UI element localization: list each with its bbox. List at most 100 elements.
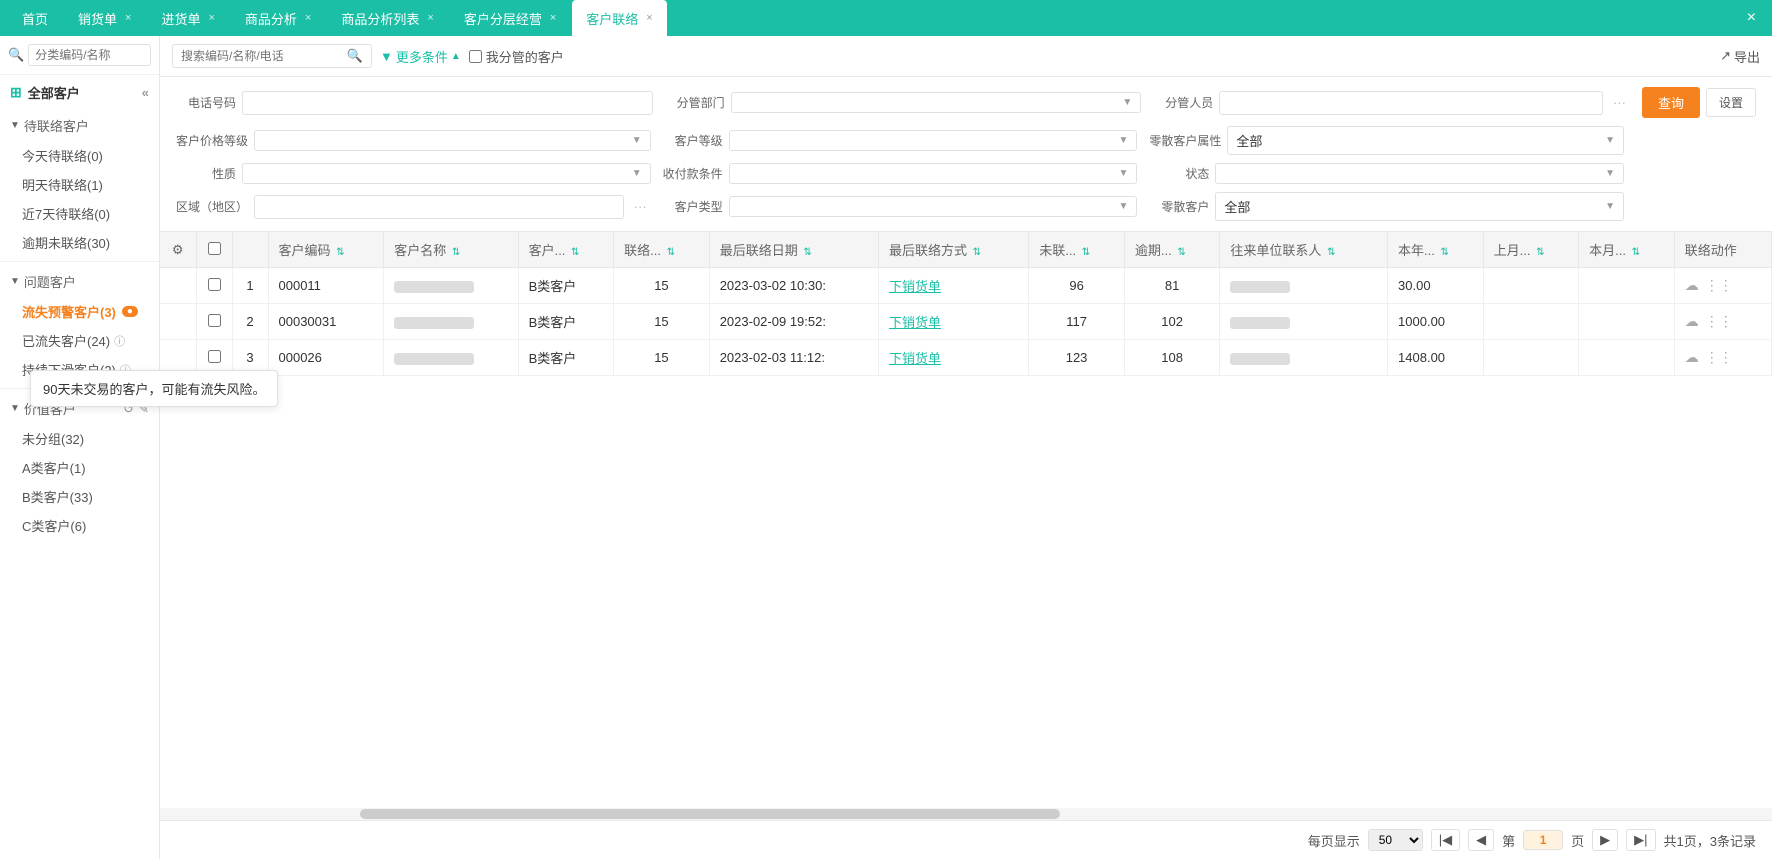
filter-search-box[interactable]: 🔍 bbox=[172, 44, 372, 68]
dept-select[interactable]: ▼ bbox=[731, 92, 1142, 113]
scroll-thumb[interactable] bbox=[360, 809, 1060, 819]
my-customers-checkbox-container[interactable]: 我分管的客户 bbox=[469, 47, 564, 66]
tab-customer-contact[interactable]: 客户联络 × bbox=[572, 0, 666, 36]
sidebar-item-churned[interactable]: 已流失客户(24) ⓘ bbox=[0, 326, 159, 355]
row2-code[interactable]: 00030031 bbox=[268, 304, 384, 340]
export-btn[interactable]: ↗ 导出 bbox=[1720, 47, 1760, 66]
sidebar-collapse-btn[interactable]: « bbox=[142, 85, 149, 100]
query-button[interactable]: 查询 bbox=[1642, 87, 1700, 118]
select-all-checkbox[interactable] bbox=[208, 242, 221, 255]
row1-more-action-icon[interactable]: ⋮⋮ bbox=[1705, 277, 1733, 294]
col-this-year[interactable]: 本年... ⇅ bbox=[1388, 232, 1484, 268]
my-customers-checkbox[interactable] bbox=[469, 50, 482, 63]
zero-attr-select[interactable]: 全部 ▼ bbox=[1227, 126, 1624, 155]
col-code[interactable]: 客户编码 ⇅ bbox=[268, 232, 384, 268]
tab-product-list-close[interactable]: × bbox=[427, 12, 433, 24]
col-last-method[interactable]: 最后联络方式 ⇅ bbox=[878, 232, 1028, 268]
tab-purchase[interactable]: 进货单 × bbox=[147, 0, 228, 36]
settings-button[interactable]: 设置 bbox=[1706, 88, 1756, 117]
sidebar-item-tomorrow[interactable]: 明天待联络(1) bbox=[0, 170, 159, 199]
gear-icon[interactable]: ⚙ bbox=[172, 242, 184, 257]
filter-search-input[interactable] bbox=[181, 49, 347, 63]
status-select[interactable]: ▼ bbox=[1215, 163, 1624, 184]
page-input[interactable] bbox=[1523, 830, 1563, 850]
tab-customer-segment-close[interactable]: × bbox=[550, 12, 556, 24]
window-close-button[interactable]: × bbox=[1739, 9, 1764, 27]
region-more-icon[interactable]: ··· bbox=[630, 199, 651, 214]
col-overdue[interactable]: 逾期... ⇅ bbox=[1124, 232, 1220, 268]
sidebar-item-today[interactable]: 今天待联络(0) bbox=[0, 141, 159, 170]
tab-home[interactable]: 首页 bbox=[8, 0, 62, 36]
row2-last-method[interactable]: 下销货单 bbox=[878, 304, 1028, 340]
person-more-icon[interactable]: ··· bbox=[1609, 95, 1630, 110]
tab-sales[interactable]: 销货单 × bbox=[64, 0, 145, 36]
row1-last-method[interactable]: 下销货单 bbox=[878, 268, 1028, 304]
tab-product-analysis[interactable]: 商品分析 × bbox=[231, 0, 325, 36]
customer-level-select[interactable]: ▼ bbox=[729, 130, 1138, 151]
sidebar-item-class-c[interactable]: C类客户(6) bbox=[0, 511, 159, 540]
tab-customer-contact-close[interactable]: × bbox=[646, 12, 652, 24]
sidebar-item-churn-warning[interactable]: 流失预警客户(3) ● bbox=[0, 297, 159, 326]
sidebar-group-pending-title[interactable]: ▼ 待联络客户 bbox=[0, 110, 159, 141]
row1-check[interactable] bbox=[196, 268, 232, 304]
sidebar-item-class-a[interactable]: A类客户(1) bbox=[0, 453, 159, 482]
row3-last-method[interactable]: 下销货单 bbox=[878, 340, 1028, 376]
row2-last-method-link[interactable]: 下销货单 bbox=[889, 315, 941, 330]
sidebar-all-customers[interactable]: ⊞ 全部客户 « bbox=[0, 75, 159, 110]
sidebar-item-unclassified[interactable]: 未分组(32) bbox=[0, 424, 159, 453]
col-this-month[interactable]: 本月... ⇅ bbox=[1579, 232, 1675, 268]
col-type[interactable]: 客户... ⇅ bbox=[518, 232, 614, 268]
row2-name[interactable] bbox=[384, 304, 518, 340]
sidebar-search-input[interactable] bbox=[28, 44, 151, 66]
tab-purchase-close[interactable]: × bbox=[208, 12, 214, 24]
row2-check[interactable] bbox=[196, 304, 232, 340]
my-customers-label: 我分管的客户 bbox=[486, 47, 564, 66]
row1-name[interactable] bbox=[384, 268, 518, 304]
row1-gear[interactable] bbox=[160, 268, 196, 304]
row3-more-action-icon[interactable]: ⋮⋮ bbox=[1705, 349, 1733, 366]
more-conditions-btn[interactable]: ▼ 更多条件 ▲ bbox=[380, 47, 461, 66]
col-check[interactable] bbox=[196, 232, 232, 268]
sidebar-item-overdue-contact[interactable]: 逾期未联络(30) bbox=[0, 228, 159, 257]
phone-input[interactable] bbox=[242, 91, 653, 115]
row1-last-method-link[interactable]: 下销货单 bbox=[889, 279, 941, 294]
per-page-select[interactable]: 50 20 100 bbox=[1368, 829, 1423, 851]
col-gear[interactable]: ⚙ bbox=[160, 232, 196, 268]
row3-last-method-link[interactable]: 下销货单 bbox=[889, 351, 941, 366]
tab-product-analysis-close[interactable]: × bbox=[305, 12, 311, 24]
person-input[interactable] bbox=[1219, 91, 1603, 115]
horizontal-scrollbar[interactable] bbox=[160, 808, 1772, 820]
table-container: ⚙ 客户编码 ⇅ 客户名称 ⇅ bbox=[160, 232, 1772, 808]
row3-contact-action-icon[interactable]: ☁ bbox=[1685, 349, 1699, 366]
tab-customer-segment[interactable]: 客户分层经营 × bbox=[450, 0, 570, 36]
row3-name[interactable] bbox=[384, 340, 518, 376]
prev-page-btn[interactable]: ◀ bbox=[1468, 829, 1494, 851]
tab-product-list[interactable]: 商品分析列表 × bbox=[327, 0, 447, 36]
col-last-month[interactable]: 上月... ⇅ bbox=[1483, 232, 1579, 268]
col-not-contact[interactable]: 未联... ⇅ bbox=[1029, 232, 1125, 268]
first-page-btn[interactable]: |◀ bbox=[1431, 829, 1460, 851]
col-name[interactable]: 客户名称 ⇅ bbox=[384, 232, 518, 268]
sidebar-item-7days[interactable]: 近7天待联络(0) bbox=[0, 199, 159, 228]
payment-select[interactable]: ▼ bbox=[729, 163, 1138, 184]
last-page-btn[interactable]: ▶| bbox=[1626, 829, 1655, 851]
row1-contact-action-icon[interactable]: ☁ bbox=[1685, 277, 1699, 294]
sidebar-group-problem-title[interactable]: ▼ 问题客户 bbox=[0, 266, 159, 297]
zero-customer-select[interactable]: 全部 ▼ bbox=[1215, 192, 1624, 221]
col-unit-contact[interactable]: 往来单位联系人 ⇅ bbox=[1220, 232, 1388, 268]
row2-contact-action-icon[interactable]: ☁ bbox=[1685, 313, 1699, 330]
next-page-btn[interactable]: ▶ bbox=[1592, 829, 1618, 851]
sidebar-item-class-b[interactable]: B类客户(33) bbox=[0, 482, 159, 511]
this-year-sort-icon: ⇅ bbox=[1441, 247, 1449, 258]
row2-gear[interactable] bbox=[160, 304, 196, 340]
col-last-date[interactable]: 最后联络日期 ⇅ bbox=[709, 232, 878, 268]
tab-sales-close[interactable]: × bbox=[125, 12, 131, 24]
col-contact[interactable]: 联络... ⇅ bbox=[614, 232, 710, 268]
row3-code[interactable]: 000026 bbox=[268, 340, 384, 376]
customer-type-select[interactable]: ▼ bbox=[729, 196, 1138, 217]
row1-code[interactable]: 000011 bbox=[268, 268, 384, 304]
row2-more-action-icon[interactable]: ⋮⋮ bbox=[1705, 313, 1733, 330]
price-level-select[interactable]: ▼ bbox=[254, 130, 651, 151]
region-input[interactable] bbox=[254, 195, 624, 219]
nature-select[interactable]: ▼ bbox=[242, 163, 651, 184]
